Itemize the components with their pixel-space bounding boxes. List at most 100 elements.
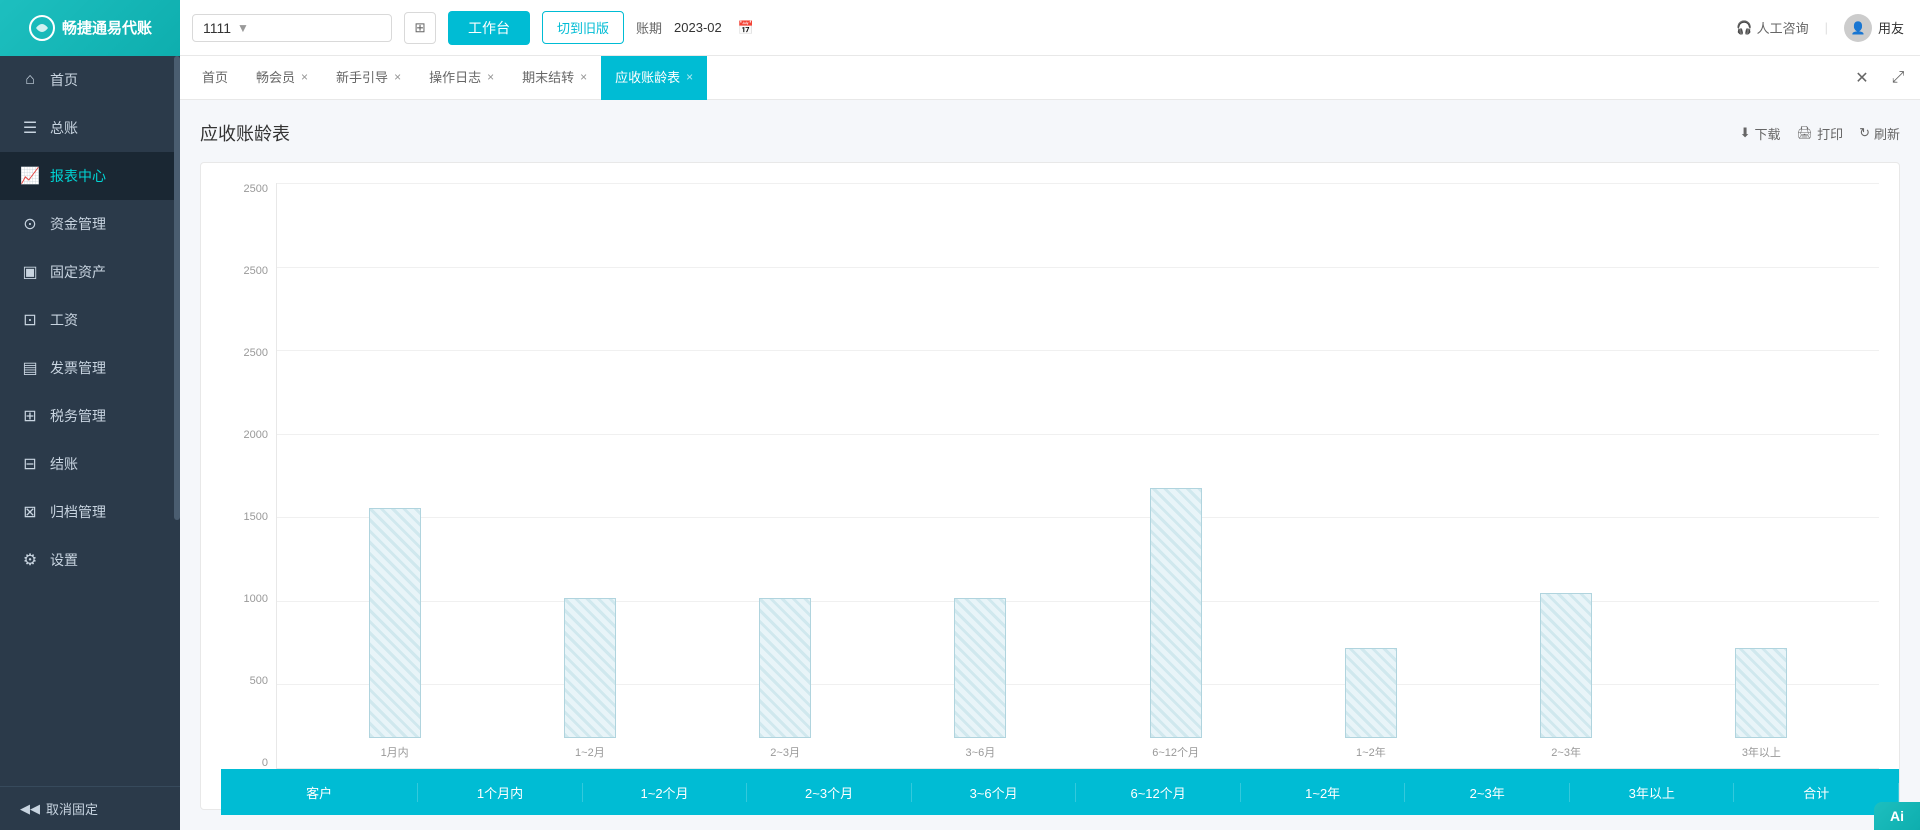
tab-oplog[interactable]: 操作日志 × [415, 56, 508, 100]
refresh-label: 刷新 [1874, 124, 1900, 143]
support-button[interactable]: 🎧 人工咨询 [1736, 18, 1808, 37]
th-3-6m: 3~6个月 [912, 783, 1077, 802]
pin-icon: ◀◀ [20, 801, 40, 817]
chart-container: 2500 2500 2500 2000 1500 1000 500 0 [200, 162, 1900, 810]
ai-badge[interactable]: Ai [1874, 802, 1920, 830]
y-label-2000: 2000 [244, 429, 268, 441]
tab-member-close[interactable]: × [301, 70, 308, 84]
x-label-3y: 3年以上 [1731, 744, 1791, 760]
copy-icon: ⊞ [414, 20, 425, 36]
funds-icon: ⊙ [20, 214, 40, 234]
home-icon: ⌂ [20, 71, 40, 89]
y-label-1000: 1000 [244, 593, 268, 605]
y-axis: 2500 2500 2500 2000 1500 1000 500 0 [241, 183, 276, 769]
headset-icon: 🎧 [1736, 20, 1752, 36]
chart-body: 1月内 1~2月 2~3月 3~6月 6~12个月 1~2年 2~3年 3年以上 [276, 183, 1879, 769]
bar-2-3m [759, 598, 811, 738]
copy-button[interactable]: ⊞ [404, 12, 436, 44]
settings-icon: ⚙ [20, 550, 40, 570]
sidebar-item-payroll[interactable]: ⊡ 工资 [0, 296, 180, 344]
sidebar-item-assets[interactable]: ▣ 固定资产 [0, 248, 180, 296]
calendar-icon[interactable]: 📅 [738, 20, 754, 36]
x-label-1m: 1月内 [365, 744, 425, 760]
logo-area: 畅捷通易代账 [0, 0, 180, 56]
company-name: 1111 [203, 20, 231, 36]
tab-guide-label: 新手引导 [336, 67, 388, 86]
sidebar-item-invoice[interactable]: ▤ 发票管理 [0, 344, 180, 392]
archive-icon: ⊠ [20, 502, 40, 522]
settle-icon: ⊟ [20, 454, 40, 474]
y-label-0: 0 [262, 757, 268, 769]
header-right: 🎧 人工咨询 | 👤 用友 [1736, 14, 1904, 42]
user-area[interactable]: 👤 用友 [1844, 14, 1904, 42]
tab-oplog-close[interactable]: × [487, 70, 494, 84]
th-6-12m: 6~12个月 [1076, 783, 1241, 802]
ai-label: Ai [1890, 808, 1904, 824]
y-label-2500c: 2500 [244, 347, 268, 359]
y-label-2500b: 2500 [244, 265, 268, 277]
print-button[interactable]: 🖨 打印 [1797, 124, 1844, 143]
payroll-icon: ⊡ [20, 310, 40, 330]
bar-group-2-3m [759, 598, 811, 738]
bar-group-1-2m [564, 598, 616, 738]
logo-text: 畅捷通易代账 [62, 17, 152, 38]
refresh-button[interactable]: ↻ 刷新 [1859, 124, 1900, 143]
switch-version-button[interactable]: 切到旧版 [542, 11, 624, 44]
print-icon: 🖨 [1797, 125, 1814, 141]
sidebar-item-ledger[interactable]: ☰ 总账 [0, 104, 180, 152]
sidebar-item-archive[interactable]: ⊠ 归档管理 [0, 488, 180, 536]
ledger-icon: ☰ [20, 118, 40, 138]
tab-aging[interactable]: 应收账龄表 × [601, 56, 707, 100]
download-button[interactable]: ⬇ 下载 [1740, 124, 1781, 143]
tab-period-close-label: 期末结转 [522, 67, 574, 86]
main-layout: ⌂ 首页 ☰ 总账 📈 报表中心 ⊙ 资金管理 ▣ 固定资产 ⊡ 工资 ▤ 发票… [0, 56, 1920, 830]
tab-period-close-close[interactable]: × [580, 70, 587, 84]
invoice-icon: ▤ [20, 358, 40, 378]
tab-period-close[interactable]: 期末结转 × [508, 56, 601, 100]
th-total: 合计 [1734, 783, 1899, 802]
sidebar-item-reports[interactable]: 📈 报表中心 [0, 152, 180, 200]
workbench-button[interactable]: 工作台 [448, 11, 530, 45]
th-2-3m: 2~3个月 [747, 783, 912, 802]
x-label-1-2m: 1~2月 [560, 744, 620, 760]
sidebar-item-home[interactable]: ⌂ 首页 [0, 56, 180, 104]
bars-container [297, 183, 1859, 738]
tab-member[interactable]: 畅会员 × [242, 56, 322, 100]
download-icon: ⬇ [1740, 125, 1751, 141]
download-label: 下载 [1755, 124, 1781, 143]
user-name: 用友 [1878, 18, 1904, 37]
avatar: 👤 [1844, 14, 1872, 42]
refresh-icon: ↻ [1859, 125, 1870, 141]
sidebar-item-funds[interactable]: ⊙ 资金管理 [0, 200, 180, 248]
assets-icon: ▣ [20, 262, 40, 282]
th-3y: 3年以上 [1570, 783, 1735, 802]
expand-tab-button[interactable]: ⤢ [1884, 64, 1912, 92]
sidebar-item-settle[interactable]: ⊟ 结账 [0, 440, 180, 488]
table-header: 客户 1个月内 1~2个月 2~3个月 3~6个月 6~12个月 1~2年 2~… [221, 769, 1899, 815]
sidebar-item-settings[interactable]: ⚙ 设置 [0, 536, 180, 584]
print-label: 打印 [1817, 124, 1843, 143]
sidebar-scrollbar[interactable] [174, 56, 180, 520]
company-selector[interactable]: 1111 ▼ [192, 14, 392, 42]
x-labels: 1月内 1~2月 2~3月 3~6月 6~12个月 1~2年 2~3年 3年以上 [297, 744, 1859, 760]
tab-guide[interactable]: 新手引导 × [322, 56, 415, 100]
x-label-2-3m: 2~3月 [755, 744, 815, 760]
y-label-500: 500 [250, 675, 268, 687]
sidebar-item-tax[interactable]: ⊞ 税务管理 [0, 392, 180, 440]
close-tab-button[interactable]: ✕ [1848, 64, 1876, 92]
support-label: 人工咨询 [1757, 18, 1809, 37]
sidebar-label-tax: 税务管理 [50, 406, 106, 426]
page-actions: ⬇ 下载 🖨 打印 ↻ 刷新 [1740, 124, 1900, 143]
tabs-bar: 首页 畅会员 × 新手引导 × 操作日志 × 期末结转 × 应收账龄表 × [180, 56, 1920, 100]
tab-aging-close[interactable]: × [686, 70, 693, 84]
bar-2-3y [1540, 593, 1592, 738]
bar-1-2y [1345, 648, 1397, 738]
sidebar: ⌂ 首页 ☰ 总账 📈 报表中心 ⊙ 资金管理 ▣ 固定资产 ⊡ 工资 ▤ 发票… [0, 56, 180, 830]
tab-home-label: 首页 [202, 67, 228, 86]
tab-guide-close[interactable]: × [394, 70, 401, 84]
cancel-fixed-button[interactable]: ◀◀ 取消固定 [0, 786, 180, 830]
th-2-3y: 2~3年 [1405, 783, 1570, 802]
bar-3-6m [954, 598, 1006, 738]
tab-home[interactable]: 首页 [188, 56, 242, 100]
x-label-1-2y: 1~2年 [1341, 744, 1401, 760]
